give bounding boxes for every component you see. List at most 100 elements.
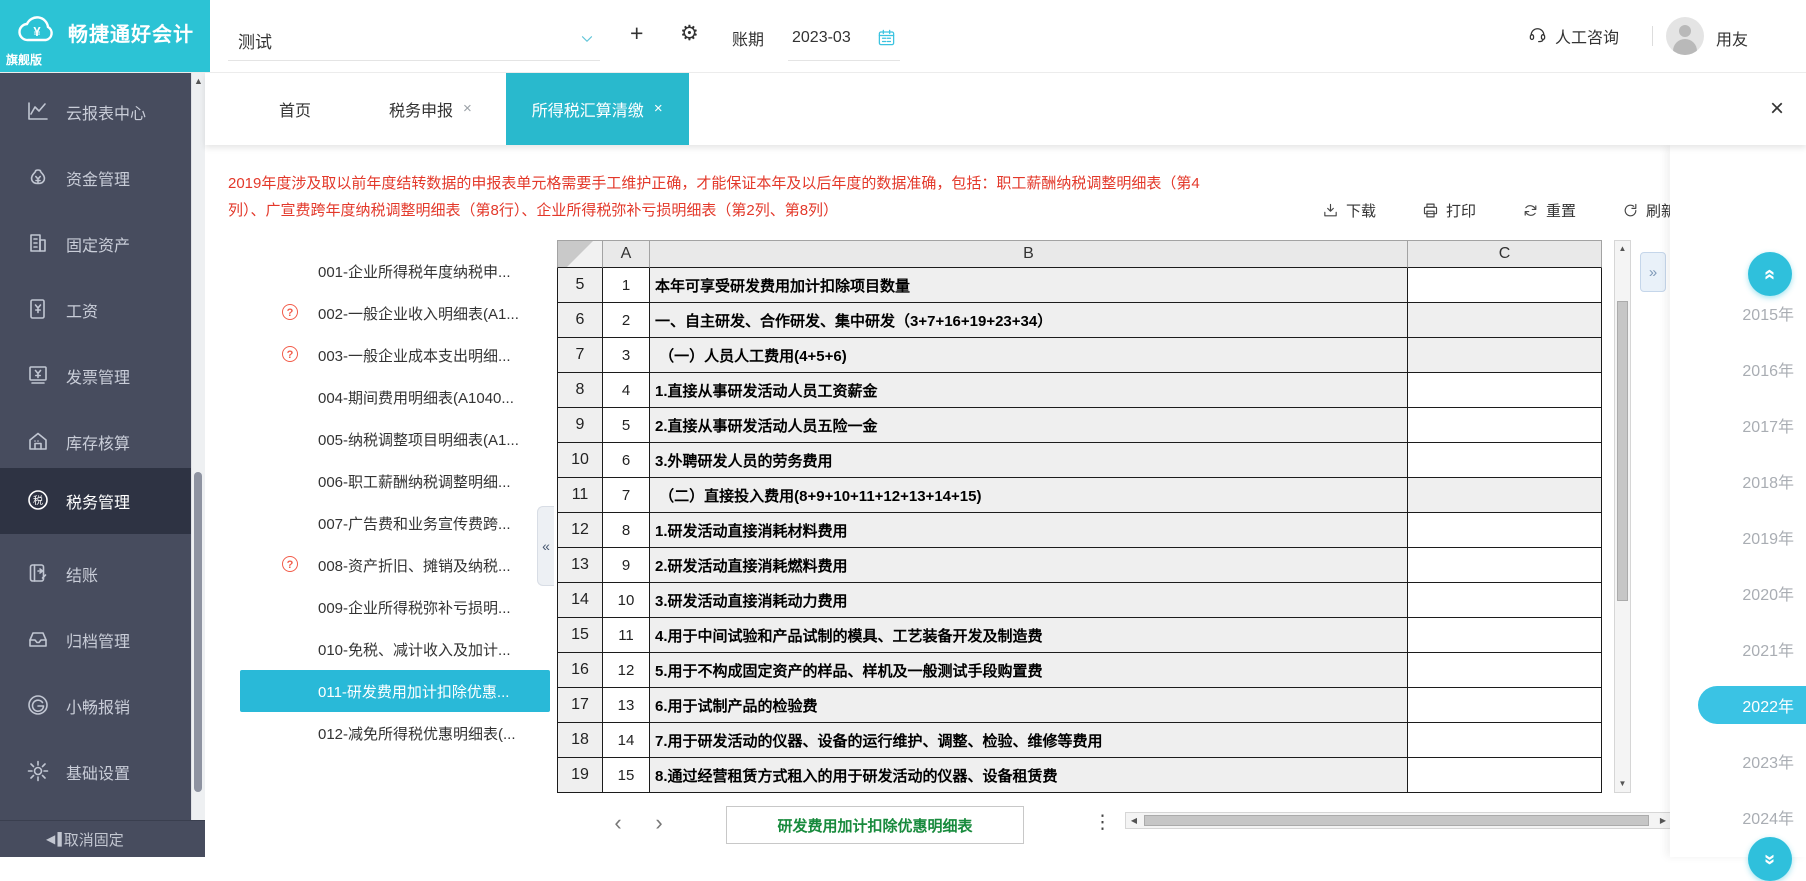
- expand-panel-handle[interactable]: »: [1640, 252, 1666, 292]
- horizontal-scrollbar-thumb[interactable]: [1144, 815, 1649, 826]
- year-item[interactable]: 2022年: [1698, 686, 1806, 724]
- cell-b[interactable]: 4.用于中间试验和产品试制的模具、工艺装备开发及制造费: [650, 618, 1408, 653]
- sheet-horizontal-scrollbar[interactable]: ◀ ▶: [1125, 812, 1672, 829]
- sidebar-scrollbar-thumb[interactable]: [194, 472, 202, 792]
- sidebar-item-settings[interactable]: 基础设置: [0, 732, 205, 798]
- cell-a[interactable]: 1: [603, 268, 650, 303]
- download-button[interactable]: 下载: [1322, 200, 1376, 221]
- row-header[interactable]: 9: [557, 408, 603, 443]
- cell-c[interactable]: [1408, 373, 1602, 408]
- cell-b[interactable]: 8.通过经营租赁方式租入的用于研发活动的仪器、设备租赁费: [650, 758, 1408, 793]
- year-item[interactable]: 2020年: [1670, 565, 1806, 621]
- period-picker[interactable]: 2023-03: [788, 18, 900, 61]
- sidebar-item-archive[interactable]: 归档管理: [0, 600, 205, 666]
- cell-b[interactable]: 2.直接从事研发活动人员五险一金: [650, 408, 1408, 443]
- cell-a[interactable]: 2: [603, 303, 650, 338]
- cell-a[interactable]: 7: [603, 478, 650, 513]
- scroll-down-icon[interactable]: ▼: [1615, 776, 1630, 792]
- row-header[interactable]: 13: [557, 548, 603, 583]
- year-item[interactable]: 2019年: [1670, 509, 1806, 565]
- form-list-item[interactable]: 012-减免所得税优惠明细表(...: [240, 712, 550, 754]
- scroll-up-icon[interactable]: ▲: [1615, 241, 1630, 257]
- close-icon[interactable]: ×: [1770, 95, 1784, 123]
- form-list-item[interactable]: 007-广告费和业务宣传费跨...: [240, 502, 550, 544]
- cell-c[interactable]: [1408, 688, 1602, 723]
- sheet-tab-next-icon[interactable]: ›: [646, 810, 672, 838]
- form-list-item[interactable]: 011-研发费用加计扣除优惠...: [240, 670, 550, 712]
- form-list-item[interactable]: 004-期间费用明细表(A1040...: [240, 376, 550, 418]
- cell-b[interactable]: 1.直接从事研发活动人员工资薪金: [650, 373, 1408, 408]
- sidebar-item-reimburse[interactable]: 小畅报销: [0, 666, 205, 732]
- tab-close-icon[interactable]: ×: [654, 100, 663, 117]
- scroll-left-icon[interactable]: ◀: [1126, 813, 1142, 828]
- cell-b[interactable]: 5.用于不构成固定资产的样品、样机及一般测试手段购置费: [650, 653, 1408, 688]
- sheet-vertical-scrollbar[interactable]: ▲ ▼: [1614, 240, 1631, 793]
- chevron-down-icon[interactable]: [578, 30, 596, 53]
- cell-a[interactable]: 6: [603, 443, 650, 478]
- row-header[interactable]: 5: [557, 268, 603, 303]
- cell-a[interactable]: 8: [603, 513, 650, 548]
- cell-b[interactable]: 6.用于试制产品的检验费: [650, 688, 1408, 723]
- form-list-item[interactable]: 009-企业所得税弥补亏损明...: [240, 586, 550, 628]
- account-select[interactable]: 测试: [228, 18, 600, 61]
- cell-b[interactable]: 一、自主研发、合作研发、集中研发（3+7+16+19+23+34）: [650, 303, 1408, 338]
- cell-c[interactable]: [1408, 338, 1602, 373]
- form-list-item[interactable]: ? 002-一般企业收入明细表(A1...: [240, 292, 550, 334]
- row-header[interactable]: 19: [557, 758, 603, 793]
- help-icon[interactable]: ?: [282, 346, 298, 362]
- sidebar-scrollbar[interactable]: ▲: [191, 72, 205, 820]
- sidebar-item-cloud-report[interactable]: 云报表中心: [0, 72, 205, 138]
- sidebar-item-tax[interactable]: 税 税务管理: [0, 468, 205, 534]
- row-header[interactable]: 18: [557, 723, 603, 758]
- column-header-C[interactable]: C: [1408, 240, 1602, 268]
- cell-c[interactable]: [1408, 723, 1602, 758]
- sidebar-item-inventory[interactable]: 库存核算: [0, 402, 205, 468]
- form-list-item[interactable]: 001-企业所得税年度纳税申...: [240, 250, 550, 292]
- collapse-panel-handle[interactable]: «: [537, 506, 554, 586]
- help-icon[interactable]: ?: [282, 304, 298, 320]
- select-all-corner[interactable]: [557, 240, 603, 268]
- row-header[interactable]: 8: [557, 373, 603, 408]
- row-header[interactable]: 16: [557, 653, 603, 688]
- year-item[interactable]: 2015年: [1670, 285, 1806, 341]
- cell-a[interactable]: 3: [603, 338, 650, 373]
- year-item[interactable]: 2023年: [1670, 733, 1806, 789]
- tab-home[interactable]: 首页: [255, 72, 335, 145]
- cell-c[interactable]: [1408, 303, 1602, 338]
- cell-c[interactable]: [1408, 268, 1602, 303]
- column-header-A[interactable]: A: [603, 240, 650, 268]
- avatar[interactable]: [1666, 17, 1704, 55]
- cell-a[interactable]: 15: [603, 758, 650, 793]
- form-list-item[interactable]: ? 008-资产折旧、摊销及纳税...: [240, 544, 550, 586]
- row-header[interactable]: 6: [557, 303, 603, 338]
- sheet-tab-prev-icon[interactable]: ‹: [605, 810, 631, 838]
- sidebar-item-fixed-assets[interactable]: 固定资产: [0, 204, 205, 270]
- cell-c[interactable]: [1408, 513, 1602, 548]
- cell-c[interactable]: [1408, 583, 1602, 618]
- help-icon[interactable]: ?: [282, 556, 298, 572]
- sidebar-item-funds[interactable]: 资金管理: [0, 138, 205, 204]
- cell-b[interactable]: 7.用于研发活动的仪器、设备的运行维护、调整、检验、维修等费用: [650, 723, 1408, 758]
- row-header[interactable]: 15: [557, 618, 603, 653]
- row-header[interactable]: 17: [557, 688, 603, 723]
- gear-icon[interactable]: ⚙: [680, 23, 699, 44]
- cell-c[interactable]: [1408, 443, 1602, 478]
- cell-a[interactable]: 13: [603, 688, 650, 723]
- add-account-set-button[interactable]: +: [630, 22, 643, 45]
- cell-b[interactable]: 3.外聘研发人员的劳务费用: [650, 443, 1408, 478]
- tab-tax-declare[interactable]: 税务申报 ×: [365, 72, 496, 145]
- cell-c[interactable]: [1408, 618, 1602, 653]
- form-list-item[interactable]: 010-免税、减计收入及加计...: [240, 628, 550, 670]
- row-header[interactable]: 7: [557, 338, 603, 373]
- row-header[interactable]: 12: [557, 513, 603, 548]
- year-item[interactable]: 2024年: [1670, 789, 1806, 845]
- cell-c[interactable]: [1408, 548, 1602, 583]
- form-list-item[interactable]: 006-职工薪酬纳税调整明细...: [240, 460, 550, 502]
- sidebar-item-invoice[interactable]: 发票管理: [0, 336, 205, 402]
- cell-b[interactable]: 2.研发活动直接消耗燃料费用: [650, 548, 1408, 583]
- cell-c[interactable]: [1408, 408, 1602, 443]
- support-button[interactable]: 人工咨询: [1528, 24, 1619, 48]
- cell-b[interactable]: 1.研发活动直接消耗材料费用: [650, 513, 1408, 548]
- year-item[interactable]: 2017年: [1670, 397, 1806, 453]
- row-header[interactable]: 10: [557, 443, 603, 478]
